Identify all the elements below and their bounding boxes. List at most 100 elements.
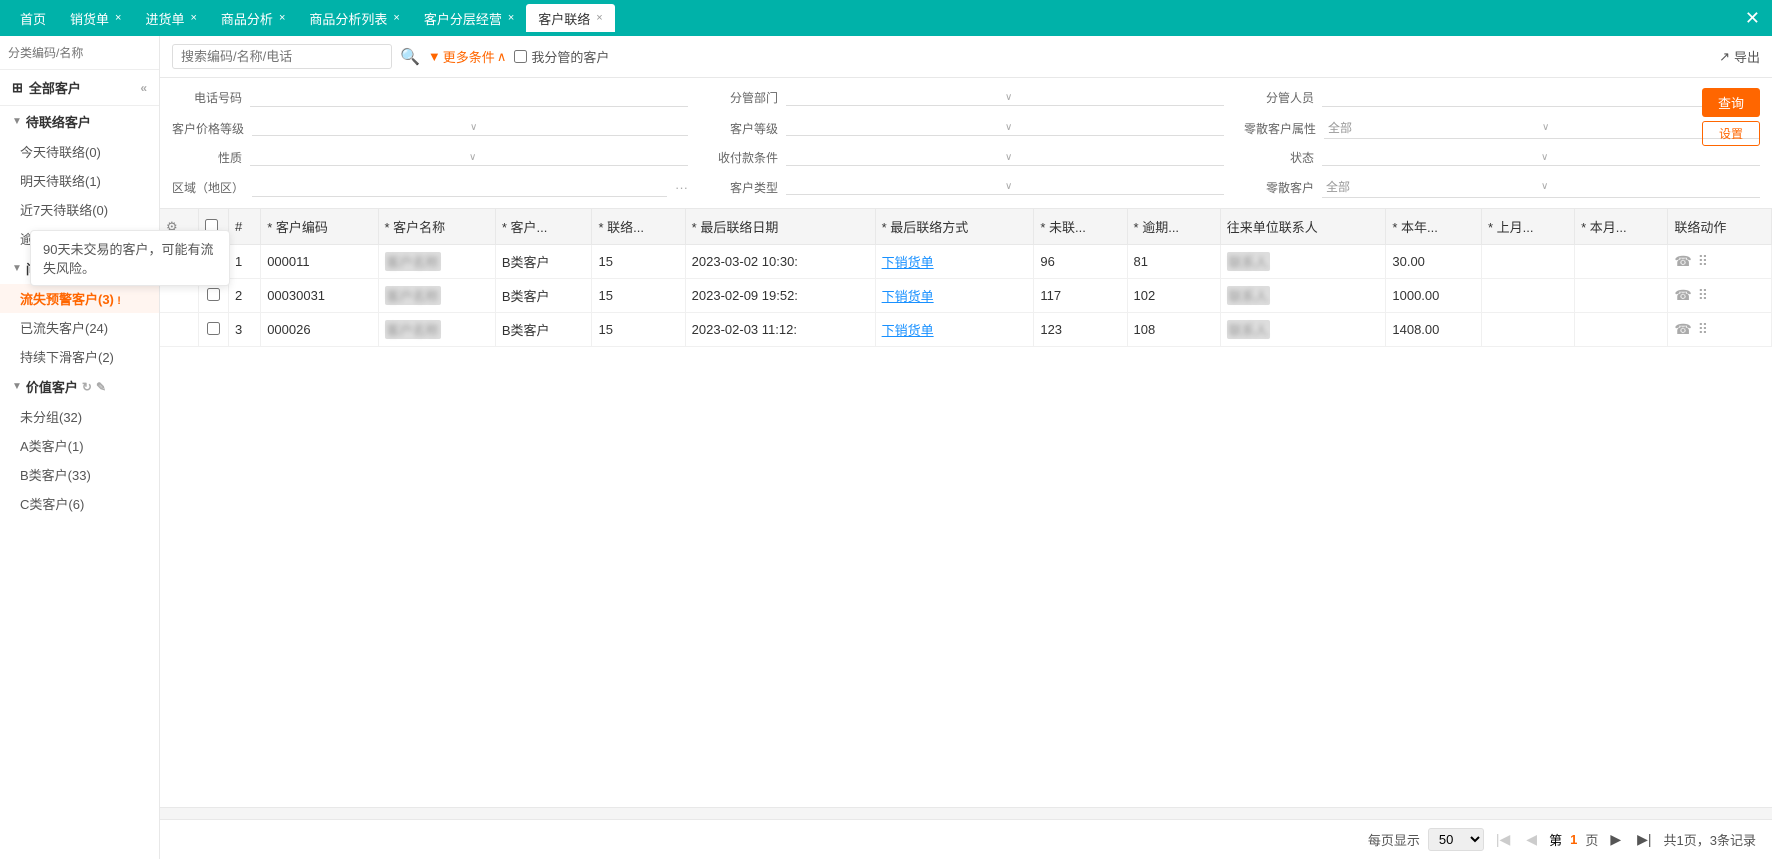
next-page-button[interactable]: ▶ <box>1606 829 1625 850</box>
table-row: 1 000011 客户名称 B类客户 15 2023-03-02 10:30: … <box>160 245 1772 279</box>
row-last-month-2 <box>1481 313 1574 347</box>
tab-customer-layer[interactable]: 客户分层经营 × <box>412 4 526 32</box>
filter-row-zero-attr: 零散客户属性 全部 ∨ <box>1244 117 1760 139</box>
row-unit-contact-1: 联系人 <box>1220 279 1386 313</box>
filter-row-price-level: 客户价格等级 ∨ <box>172 117 688 139</box>
price-level-select[interactable]: ∨ <box>252 120 688 136</box>
page-label-before: 第 <box>1549 830 1562 849</box>
dept-select[interactable]: ∨ <box>786 90 1224 106</box>
sidebar-item-declining[interactable]: 持续下滑客户(2) <box>0 342 159 371</box>
action-more-icon-2[interactable]: ⠿ <box>1698 321 1708 338</box>
sidebar-search-input[interactable] <box>8 46 160 60</box>
tab-product-analysis-close[interactable]: × <box>279 12 285 24</box>
sidebar-item-class-c[interactable]: C类客户(6) <box>0 489 159 518</box>
customer-level-select[interactable]: ∨ <box>786 120 1224 136</box>
sidebar-item-ungroup[interactable]: 未分组(32) <box>0 402 159 431</box>
my-customers-checkbox[interactable] <box>514 50 527 63</box>
all-customers-label: 全部客户 <box>29 78 81 97</box>
filter-more-button[interactable]: ▼ 更多条件 ∧ <box>428 47 506 66</box>
sidebar-item-7days[interactable]: 近7天待联络(0) <box>0 195 159 224</box>
region-input[interactable] <box>252 178 667 197</box>
sidebar-item-today[interactable]: 今天待联络(0) <box>0 137 159 166</box>
horizontal-scrollbar[interactable] <box>160 807 1772 819</box>
th-seq: # <box>228 209 260 245</box>
tab-product-list[interactable]: 商品分析列表 × <box>297 4 411 32</box>
pending-collapse-arrow: ▼ <box>12 116 22 127</box>
tab-sales-label: 销货单 <box>70 9 109 28</box>
tab-sales-close[interactable]: × <box>115 12 121 24</box>
tab-product-analysis[interactable]: 商品分析 × <box>209 4 297 32</box>
tab-product-analysis-label: 商品分析 <box>221 9 273 28</box>
table-header-row: ⚙ # * 客户编码 * 客户名称 * 客户... * 联络... * 最后联络… <box>160 209 1772 245</box>
prev-page-button[interactable]: ◀ <box>1522 829 1541 850</box>
sidebar-item-churned[interactable]: 已流失客户(24) <box>0 313 159 342</box>
sidebar-item-class-a[interactable]: A类客户(1) <box>0 431 159 460</box>
action-contact-icon-2[interactable]: ☎ <box>1674 321 1691 338</box>
tab-home[interactable]: 首页 <box>8 4 58 32</box>
phone-input[interactable] <box>250 88 688 107</box>
row-select-2[interactable] <box>207 322 220 335</box>
query-button[interactable]: 查询 <box>1702 88 1760 117</box>
th-last-contact-method: * 最后联络方式 <box>875 209 1034 245</box>
row-contact-2: 15 <box>592 313 685 347</box>
first-page-button[interactable]: |◀ <box>1492 829 1514 850</box>
action-more-icon-1[interactable]: ⠿ <box>1698 287 1708 304</box>
value-section-edit-icon[interactable]: ✎ <box>96 380 106 394</box>
row-this-year-0: 30.00 <box>1386 245 1482 279</box>
sidebar-all-customers[interactable]: ⊞ 全部客户 « <box>0 70 159 106</box>
value-section-refresh-icon[interactable]: ↻ <box>82 380 92 394</box>
export-button[interactable]: ↗ 导出 <box>1719 47 1760 66</box>
action-more-icon-0[interactable]: ⠿ <box>1698 253 1708 270</box>
value-section-title: 价值客户 <box>26 377 78 396</box>
value-collapse-arrow: ▼ <box>12 381 22 392</box>
tab-purchase-close[interactable]: × <box>190 12 196 24</box>
tab-customer-layer-label: 客户分层经营 <box>424 9 502 28</box>
pending-section-title: 待联络客户 <box>26 112 91 131</box>
tab-purchase[interactable]: 进货单 × <box>133 4 208 32</box>
main-layout: 🔍 ⊞ 全部客户 « ▼ 待联络客户 今天待联络(0) 明天待联络(1) 近7天… <box>0 36 1772 859</box>
tooltip: 90天未交易的客户，可能有流失风险。 <box>30 230 160 286</box>
payment-select[interactable]: ∨ <box>786 150 1224 166</box>
zero-attr-select[interactable]: 全部 ∨ <box>1324 117 1760 139</box>
th-this-year: * 本年... <box>1386 209 1482 245</box>
last-page-button[interactable]: ▶| <box>1633 829 1655 850</box>
th-code: * 客户编码 <box>261 209 378 245</box>
problem-collapse-arrow: ▼ <box>12 263 22 274</box>
sidebar-item-class-b[interactable]: B类客户(33) <box>0 460 159 489</box>
row-select-1[interactable] <box>207 288 220 301</box>
sidebar-item-churn-warning[interactable]: 流失预警客户(3) ! <box>0 284 159 313</box>
filter-row-payment: 收付款条件 ∨ <box>708 149 1224 166</box>
price-level-arrow: ∨ <box>470 122 684 133</box>
row-this-year-2: 1408.00 <box>1386 313 1482 347</box>
tab-product-list-close[interactable]: × <box>393 12 399 24</box>
tab-customer-contact-close[interactable]: × <box>596 12 602 24</box>
settings-button[interactable]: 设置 <box>1702 121 1760 146</box>
tab-customer-contact[interactable]: 客户联络 × <box>526 4 614 32</box>
row-unit-contact-2: 联系人 <box>1220 313 1386 347</box>
tab-sales[interactable]: 销货单 × <box>58 4 133 32</box>
action-contact-icon-1[interactable]: ☎ <box>1674 287 1691 304</box>
th-this-month: * 本月... <box>1575 209 1668 245</box>
window-close-button[interactable]: ✕ <box>1741 4 1764 33</box>
filter-search-button[interactable]: 🔍 <box>400 47 420 67</box>
section-header-value[interactable]: ▼ 价值客户 ↻ ✎ <box>0 371 159 402</box>
section-header-pending[interactable]: ▼ 待联络客户 <box>0 106 159 137</box>
my-customers-checkbox-label[interactable]: 我分管的客户 <box>514 47 609 66</box>
tab-purchase-label: 进货单 <box>145 9 184 28</box>
page-size-select[interactable]: 50 100 200 <box>1428 828 1484 851</box>
sidebar-collapse-icon[interactable]: « <box>140 81 147 95</box>
customer-type-select[interactable]: ∨ <box>786 179 1224 195</box>
status-label: 状态 <box>1244 149 1314 166</box>
filter-search-input[interactable] <box>172 44 392 69</box>
nature-select[interactable]: ∨ <box>250 150 688 166</box>
zero-customer-select[interactable]: 全部 ∨ <box>1322 176 1760 198</box>
tab-customer-layer-close[interactable]: × <box>508 12 514 24</box>
action-contact-icon-0[interactable]: ☎ <box>1674 253 1691 270</box>
person-input[interactable] <box>1322 88 1739 107</box>
region-dots[interactable]: ··· <box>675 180 688 195</box>
status-select[interactable]: ∨ <box>1322 150 1760 166</box>
zero-customer-arrow: ∨ <box>1541 181 1756 192</box>
dept-label: 分管部门 <box>708 89 778 106</box>
nature-label: 性质 <box>172 149 242 166</box>
sidebar-item-tomorrow[interactable]: 明天待联络(1) <box>0 166 159 195</box>
